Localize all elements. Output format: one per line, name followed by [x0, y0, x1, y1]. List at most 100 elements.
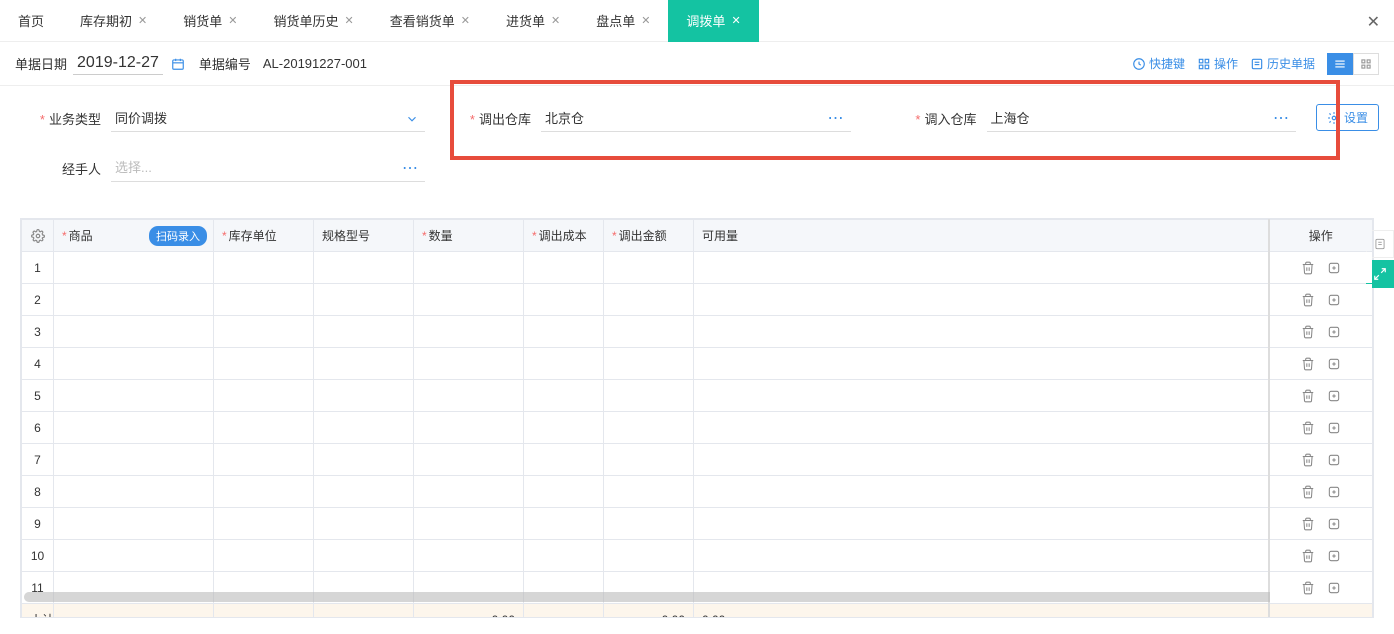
history-link[interactable]: 历史单据 [1250, 55, 1315, 72]
add-row-icon[interactable] [1327, 549, 1341, 563]
cell-amount[interactable] [604, 444, 694, 476]
cell-qty[interactable] [414, 316, 524, 348]
cell-amount[interactable] [604, 380, 694, 412]
tab-查看销货单[interactable]: 查看销货单✕ [372, 0, 488, 42]
close-icon[interactable]: ✕ [228, 14, 237, 27]
delete-row-icon[interactable] [1301, 261, 1315, 275]
more-icon[interactable]: ⋯ [402, 158, 419, 178]
cell-amount[interactable] [604, 412, 694, 444]
cell-qty[interactable] [414, 508, 524, 540]
table-row[interactable]: 1 [22, 252, 1373, 284]
cell-cost[interactable] [524, 284, 604, 316]
cell-cost[interactable] [524, 348, 604, 380]
table-row[interactable]: 6 [22, 412, 1373, 444]
add-row-icon[interactable] [1327, 485, 1341, 499]
close-icon[interactable]: ✕ [641, 14, 650, 27]
table-scroll[interactable]: 商品 扫码录入 库存单位 规格型号 数量 调出成本 调出金额 可用量 操作 12… [21, 219, 1373, 617]
cell-cost[interactable] [524, 380, 604, 412]
gear-icon[interactable] [31, 228, 45, 242]
delete-row-icon[interactable] [1301, 293, 1315, 307]
table-row[interactable]: 5 [22, 380, 1373, 412]
delete-row-icon[interactable] [1301, 581, 1315, 595]
cell-spec[interactable] [314, 380, 414, 412]
close-icon[interactable]: ✕ [345, 14, 354, 27]
delete-row-icon[interactable] [1301, 421, 1315, 435]
settings-button[interactable]: 设置 [1316, 104, 1379, 131]
in-warehouse-input[interactable] [987, 104, 1297, 132]
table-row[interactable]: 10 [22, 540, 1373, 572]
cell-cost[interactable] [524, 412, 604, 444]
table-row[interactable]: 9 [22, 508, 1373, 540]
cell-product[interactable] [54, 412, 214, 444]
calendar-icon[interactable] [171, 56, 185, 72]
cell-amount[interactable] [604, 476, 694, 508]
cell-unit[interactable] [214, 508, 314, 540]
tab-销货单[interactable]: 销货单✕ [165, 0, 255, 42]
cell-product[interactable] [54, 444, 214, 476]
tab-首页[interactable]: 首页 [0, 0, 62, 42]
cell-qty[interactable] [414, 444, 524, 476]
date-value[interactable]: 2019-12-27 [73, 52, 163, 75]
add-row-icon[interactable] [1327, 325, 1341, 339]
view-grid-button[interactable] [1353, 53, 1379, 75]
cell-cost[interactable] [524, 476, 604, 508]
scan-button[interactable]: 扫码录入 [149, 226, 207, 246]
cell-spec[interactable] [314, 540, 414, 572]
cell-product[interactable] [54, 348, 214, 380]
add-row-icon[interactable] [1327, 453, 1341, 467]
cell-qty[interactable] [414, 476, 524, 508]
close-icon[interactable]: ✕ [461, 14, 470, 27]
add-row-icon[interactable] [1327, 357, 1341, 371]
delete-row-icon[interactable] [1301, 517, 1315, 531]
cell-cost[interactable] [524, 540, 604, 572]
cell-cost[interactable] [524, 508, 604, 540]
delete-row-icon[interactable] [1301, 357, 1315, 371]
cell-product[interactable] [54, 316, 214, 348]
cell-unit[interactable] [214, 444, 314, 476]
cell-product[interactable] [54, 476, 214, 508]
handler-input[interactable] [111, 154, 425, 182]
cell-spec[interactable] [314, 508, 414, 540]
cell-cost[interactable] [524, 252, 604, 284]
cell-qty[interactable] [414, 284, 524, 316]
cell-product[interactable] [54, 252, 214, 284]
operate-link[interactable]: 操作 [1197, 55, 1238, 72]
cell-product[interactable] [54, 284, 214, 316]
delete-row-icon[interactable] [1301, 325, 1315, 339]
close-icon[interactable]: ✕ [731, 14, 740, 27]
tab-调拨单[interactable]: 调拨单✕ [668, 0, 758, 42]
cell-unit[interactable] [214, 316, 314, 348]
cell-unit[interactable] [214, 252, 314, 284]
tab-销货单历史[interactable]: 销货单历史✕ [255, 0, 371, 42]
cell-unit[interactable] [214, 380, 314, 412]
more-icon[interactable]: ⋯ [828, 108, 845, 128]
cell-product[interactable] [54, 380, 214, 412]
cell-spec[interactable] [314, 444, 414, 476]
cell-qty[interactable] [414, 380, 524, 412]
cell-qty[interactable] [414, 252, 524, 284]
table-row[interactable]: 3 [22, 316, 1373, 348]
add-row-icon[interactable] [1327, 517, 1341, 531]
close-icon[interactable]: ✕ [551, 14, 560, 27]
chevron-down-icon[interactable] [405, 110, 419, 126]
cell-amount[interactable] [604, 316, 694, 348]
cell-cost[interactable] [524, 444, 604, 476]
tab-进货单[interactable]: 进货单✕ [488, 0, 578, 42]
cell-qty[interactable] [414, 412, 524, 444]
cell-unit[interactable] [214, 348, 314, 380]
cell-spec[interactable] [314, 252, 414, 284]
add-row-icon[interactable] [1327, 261, 1341, 275]
view-list-button[interactable] [1327, 53, 1353, 75]
add-row-icon[interactable] [1327, 293, 1341, 307]
tab-库存期初[interactable]: 库存期初✕ [62, 0, 165, 42]
cell-unit[interactable] [214, 540, 314, 572]
table-row[interactable]: 2 [22, 284, 1373, 316]
delete-row-icon[interactable] [1301, 389, 1315, 403]
add-row-icon[interactable] [1327, 581, 1341, 595]
cell-spec[interactable] [314, 284, 414, 316]
cell-amount[interactable] [604, 284, 694, 316]
delete-row-icon[interactable] [1301, 549, 1315, 563]
cell-amount[interactable] [604, 348, 694, 380]
table-row[interactable]: 8 [22, 476, 1373, 508]
cell-unit[interactable] [214, 412, 314, 444]
